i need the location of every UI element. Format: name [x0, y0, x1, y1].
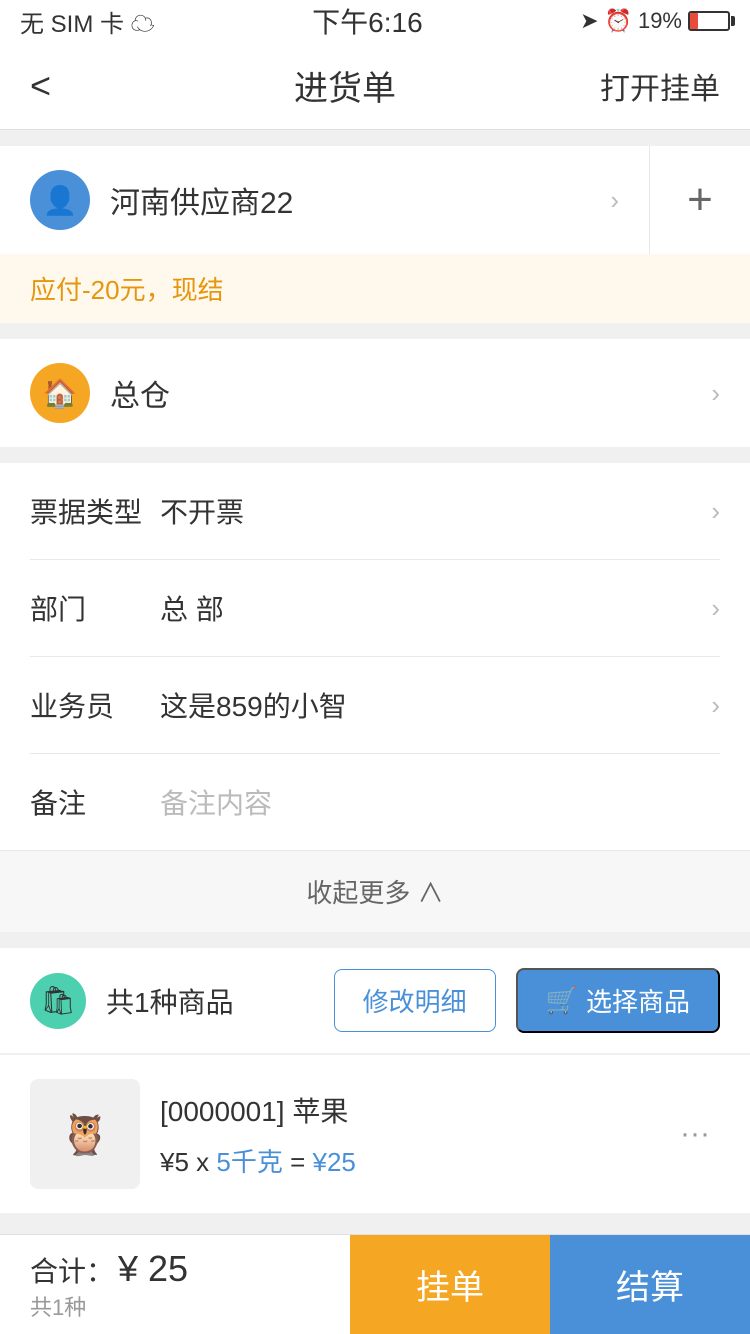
- status-right: ➤ ⏰ 19%: [580, 8, 730, 34]
- status-bar: 无 SIM 卡 ☁ 下午6:16 ➤ ⏰ 19%: [0, 0, 750, 42]
- salesperson-value: 这是859的小智: [160, 685, 701, 725]
- total-label: 合计：: [30, 1250, 114, 1290]
- battery-icon: [688, 11, 730, 31]
- price-eq: =: [290, 1147, 312, 1177]
- invoice-type-label: 票据类型: [30, 491, 160, 531]
- nav-bar: < 进货单 打开挂单: [0, 42, 750, 130]
- product-price: ¥5 x 5千克 = ¥25: [160, 1142, 650, 1179]
- products-count: 共1种商品: [106, 981, 314, 1021]
- price-separator: x: [196, 1147, 216, 1177]
- page-title: 进货单: [294, 61, 396, 110]
- bottom-bar: 合计： ¥ 25 共1种 挂单 结算: [0, 1234, 750, 1334]
- chevron-right-icon-sales: ›: [711, 690, 720, 721]
- warehouse-icon: 🏠: [30, 363, 90, 423]
- hang-order-button[interactable]: 挂单: [350, 1235, 550, 1334]
- owl-icon: 🦉: [60, 1111, 110, 1158]
- invoice-type-value: 不开票: [160, 491, 701, 531]
- divider-2: [0, 323, 750, 339]
- department-row[interactable]: 部门 总 部 ›: [0, 560, 750, 656]
- remark-label: 备注: [30, 782, 160, 822]
- bag-icon: 🛍: [40, 984, 76, 1017]
- chevron-right-icon-dept: ›: [711, 593, 720, 624]
- checkout-button[interactable]: 结算: [550, 1235, 750, 1334]
- products-header: 🛍 共1种商品 修改明细 🛒 选择商品: [0, 948, 750, 1053]
- price-unit: ¥5: [160, 1147, 189, 1177]
- total-sub: 共1种: [30, 1290, 320, 1322]
- select-product-label: 选择商品: [586, 982, 690, 1019]
- cart-icon: 🛒: [546, 985, 578, 1016]
- salesperson-row[interactable]: 业务员 这是859的小智 ›: [0, 657, 750, 753]
- avatar-icon: 👤: [43, 184, 78, 217]
- department-value: 总 部: [160, 588, 701, 628]
- remark-value: 备注内容: [160, 782, 720, 822]
- chevron-right-icon-warehouse: ›: [711, 378, 720, 409]
- back-button[interactable]: <: [30, 65, 90, 107]
- location-icon: ➤: [580, 8, 598, 34]
- home-icon: 🏠: [43, 377, 78, 410]
- price-total: ¥25: [313, 1147, 356, 1177]
- form-section: 票据类型 不开票 › 部门 总 部 › 业务员 这是859的小智 › 备注 备注…: [0, 463, 750, 850]
- divider-3: [0, 447, 750, 463]
- remark-row[interactable]: 备注 备注内容: [0, 754, 750, 850]
- supplier-selector[interactable]: 👤 河南供应商22 ›: [0, 146, 650, 254]
- warehouse-name: 总仓: [110, 371, 701, 415]
- salesperson-label: 业务员: [30, 685, 160, 725]
- warehouse-section[interactable]: 🏠 总仓 ›: [0, 339, 750, 447]
- status-left: 无 SIM 卡 ☁: [20, 4, 155, 39]
- product-more-button[interactable]: ···: [670, 1107, 720, 1161]
- product-name: [0000001] 苹果: [160, 1090, 650, 1130]
- select-product-button[interactable]: 🛒 选择商品: [516, 968, 720, 1033]
- sim-status: 无 SIM 卡 ☁: [20, 4, 155, 39]
- supplier-name: 河南供应商22: [110, 178, 600, 222]
- total-section: 合计： ¥ 25 共1种: [0, 1235, 350, 1334]
- divider-1: [0, 130, 750, 146]
- products-icon: 🛍: [30, 973, 86, 1029]
- notice-bar: 应付-20元，现结: [0, 254, 750, 323]
- open-hang-button[interactable]: 打开挂单: [600, 64, 720, 108]
- invoice-type-row[interactable]: 票据类型 不开票 ›: [0, 463, 750, 559]
- chevron-right-icon: ›: [610, 185, 619, 216]
- alarm-icon: ⏰: [605, 8, 632, 34]
- battery-text: 19%: [638, 8, 682, 34]
- price-qty: 5千克: [216, 1147, 282, 1177]
- supplier-section: 👤 河南供应商22 › +: [0, 146, 750, 254]
- department-label: 部门: [30, 588, 160, 628]
- add-supplier-button[interactable]: +: [650, 175, 750, 225]
- product-info: [0000001] 苹果 ¥5 x 5千克 = ¥25: [160, 1090, 650, 1179]
- chevron-right-icon-invoice: ›: [711, 496, 720, 527]
- status-time: 下午6:16: [312, 1, 423, 41]
- edit-detail-button[interactable]: 修改明细: [334, 969, 496, 1032]
- product-item: 🦉 [0000001] 苹果 ¥5 x 5千克 = ¥25 ···: [0, 1055, 750, 1213]
- collapse-bar[interactable]: 收起更多 ∧: [0, 850, 750, 932]
- product-thumbnail: 🦉: [30, 1079, 140, 1189]
- supplier-avatar: 👤: [30, 170, 90, 230]
- total-amount: ¥ 25: [118, 1248, 188, 1290]
